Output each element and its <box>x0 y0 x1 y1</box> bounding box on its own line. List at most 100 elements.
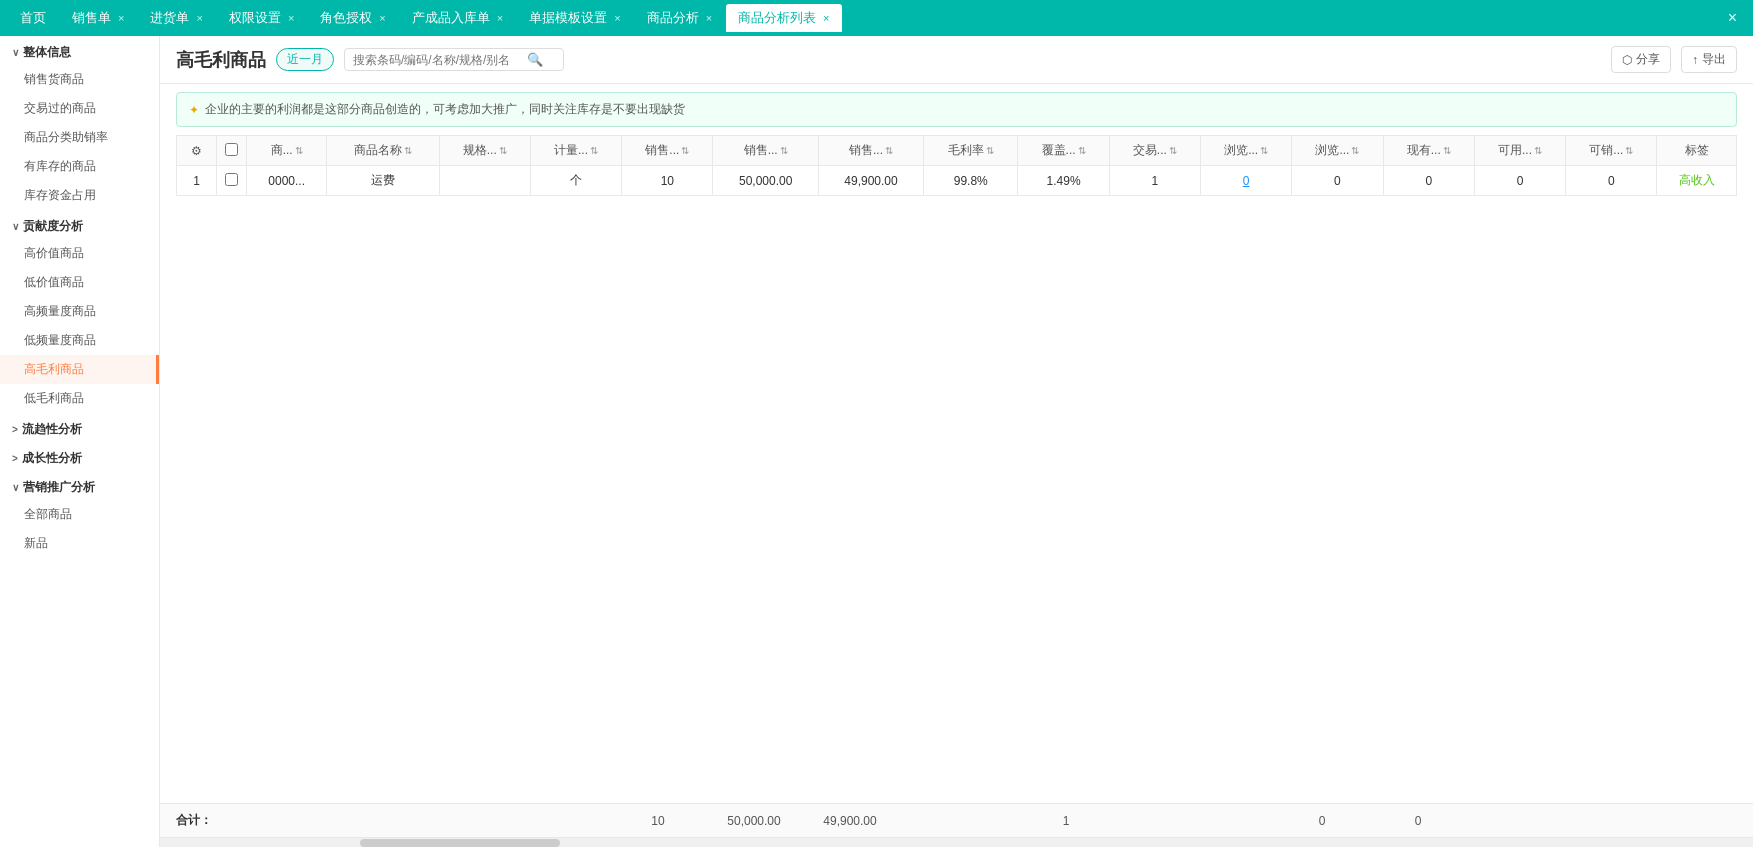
col-header-coverage[interactable]: 覆盖...⇅ <box>1018 136 1109 166</box>
sort-sales-amount-icon[interactable]: ⇅ <box>780 145 788 156</box>
col-header-browse1[interactable]: 浏览...⇅ <box>1201 136 1292 166</box>
col-header-gross-rate[interactable]: 毛利率⇅ <box>924 136 1018 166</box>
close-template-tab[interactable]: × <box>614 12 620 24</box>
sidebar-item-high-value[interactable]: 高价值商品 <box>0 239 159 268</box>
sort-gross-icon[interactable]: ⇅ <box>986 145 994 156</box>
col-header-name[interactable]: 商品名称⇅ <box>327 136 439 166</box>
cell-sales-amount: 50,000.00 <box>713 166 818 196</box>
nav-item-template[interactable]: 单据模板设置 × <box>517 4 632 32</box>
sidebar-item-traded-goods[interactable]: 交易过的商品 <box>0 94 159 123</box>
sidebar-group-growth[interactable]: > 成长性分析 <box>0 442 159 471</box>
select-all-checkbox[interactable] <box>225 143 238 156</box>
info-banner: ✦ 企业的主要的利润都是这部分商品创造的，可考虑加大推广，同时关注库存是不要出现… <box>176 92 1737 127</box>
bottom-scrollbar[interactable] <box>160 837 1753 847</box>
col-header-tag[interactable]: 标签 <box>1657 136 1737 166</box>
sidebar-item-all-goods[interactable]: 全部商品 <box>0 500 159 529</box>
col-header-transactions[interactable]: 交易...⇅ <box>1109 136 1200 166</box>
col-header-available[interactable]: 可用...⇅ <box>1474 136 1565 166</box>
close-sales-tab[interactable]: × <box>118 12 124 24</box>
scrollbar-thumb[interactable] <box>360 839 560 847</box>
sidebar-collapse-btn[interactable]: 《 <box>159 422 160 462</box>
export-button[interactable]: ↑ 导出 <box>1681 46 1737 73</box>
share-icon: ⬡ <box>1622 53 1632 67</box>
sort-code-icon[interactable]: ⇅ <box>295 145 303 156</box>
sort-current-stock-icon[interactable]: ⇅ <box>1443 145 1451 156</box>
close-permission-tab[interactable]: × <box>288 12 294 24</box>
search-input[interactable] <box>353 53 523 67</box>
sort-browse2-icon[interactable]: ⇅ <box>1351 145 1359 156</box>
col-header-setting[interactable]: ⚙ <box>177 136 217 166</box>
row-checkbox[interactable] <box>225 173 238 186</box>
sort-sellable-icon[interactable]: ⇅ <box>1625 145 1633 156</box>
nav-item-role[interactable]: 角色授权 × <box>308 4 397 32</box>
filter-tag-month[interactable]: 近一月 <box>276 48 334 71</box>
sidebar-item-high-freq[interactable]: 高频量度商品 <box>0 297 159 326</box>
close-product-analysis-list-tab[interactable]: × <box>823 12 829 24</box>
cell-browse1[interactable]: 0 <box>1201 166 1292 196</box>
col-header-checkbox[interactable] <box>217 136 247 166</box>
sort-coverage-icon[interactable]: ⇅ <box>1078 145 1086 156</box>
sort-unit-icon[interactable]: ⇅ <box>590 145 598 156</box>
top-nav: 首页 销售单 × 进货单 × 权限设置 × 角色授权 × 产成品入库单 × 单据… <box>0 0 1753 36</box>
sidebar-item-high-margin[interactable]: 高毛利商品 <box>0 355 159 384</box>
sidebar-group-contribution[interactable]: ∨ 贡献度分析 <box>0 210 159 239</box>
cell-unit: 个 <box>530 166 621 196</box>
col-header-sales-qty[interactable]: 销售...⇅ <box>622 136 713 166</box>
cell-browse2: 0 <box>1292 166 1383 196</box>
sort-name-icon[interactable]: ⇅ <box>404 145 412 156</box>
cell-spec <box>439 166 530 196</box>
sort-sales-qty-icon[interactable]: ⇅ <box>681 145 689 156</box>
search-box[interactable]: 🔍 <box>344 48 564 71</box>
sidebar-item-low-value[interactable]: 低价值商品 <box>0 268 159 297</box>
nav-item-product-in[interactable]: 产成品入库单 × <box>400 4 515 32</box>
sidebar-item-stock-capital[interactable]: 库存资金占用 <box>0 181 159 210</box>
sidebar-group-trend[interactable]: > 流趋性分析 <box>0 413 159 442</box>
search-icon[interactable]: 🔍 <box>527 52 543 67</box>
col-header-code[interactable]: 商...⇅ <box>247 136 327 166</box>
col-header-sales-amount[interactable]: 销售...⇅ <box>713 136 818 166</box>
footer-total-label: 合计： <box>176 812 212 829</box>
sidebar-item-low-freq[interactable]: 低频量度商品 <box>0 326 159 355</box>
nav-item-product-analysis-list[interactable]: 商品分析列表 × <box>726 4 841 32</box>
col-header-sales-cost[interactable]: 销售...⇅ <box>818 136 923 166</box>
nav-item-product-analysis[interactable]: 商品分析 × <box>635 4 724 32</box>
export-icon: ↑ <box>1692 53 1698 67</box>
col-header-sellable[interactable]: 可销...⇅ <box>1566 136 1657 166</box>
col-header-current-stock[interactable]: 现有...⇅ <box>1383 136 1474 166</box>
nav-item-home[interactable]: 首页 <box>8 4 58 32</box>
col-header-spec[interactable]: 规格...⇅ <box>439 136 530 166</box>
arrow-growth-icon: > <box>12 453 18 464</box>
content-header: 高毛利商品 近一月 🔍 ⬡ 分享 ↑ 导出 <box>160 36 1753 84</box>
nav-item-sales[interactable]: 销售单 × <box>60 4 136 32</box>
close-role-tab[interactable]: × <box>379 12 385 24</box>
cell-num: 1 <box>177 166 217 196</box>
sidebar-item-in-stock[interactable]: 有库存的商品 <box>0 152 159 181</box>
nav-item-purchase[interactable]: 进货单 × <box>138 4 214 32</box>
close-product-in-tab[interactable]: × <box>497 12 503 24</box>
data-table: ⚙ 商...⇅ 商品名称⇅ 规格...⇅ <box>176 135 1737 196</box>
sidebar-item-low-margin[interactable]: 低毛利商品 <box>0 384 159 413</box>
close-product-analysis-tab[interactable]: × <box>706 12 712 24</box>
close-purchase-tab[interactable]: × <box>196 12 202 24</box>
sidebar-group-marketing[interactable]: ∨ 营销推广分析 <box>0 471 159 500</box>
nav-item-permission[interactable]: 权限设置 × <box>217 4 306 32</box>
cell-coverage: 1.49% <box>1018 166 1109 196</box>
close-all-btn[interactable]: × <box>1720 9 1745 27</box>
sort-sales-cost-icon[interactable]: ⇅ <box>885 145 893 156</box>
sort-transactions-icon[interactable]: ⇅ <box>1169 145 1177 156</box>
col-header-browse2[interactable]: 浏览...⇅ <box>1292 136 1383 166</box>
sidebar-item-new-goods[interactable]: 新品 <box>0 529 159 558</box>
sort-spec-icon[interactable]: ⇅ <box>499 145 507 156</box>
share-button[interactable]: ⬡ 分享 <box>1611 46 1671 73</box>
cell-sales-cost: 49,900.00 <box>818 166 923 196</box>
cell-checkbox[interactable] <box>217 166 247 196</box>
footer-available: 0 <box>1378 814 1458 828</box>
sidebar-item-category-rate[interactable]: 商品分类助销率 <box>0 123 159 152</box>
info-icon: ✦ <box>189 103 199 117</box>
content-area: 高毛利商品 近一月 🔍 ⬡ 分享 ↑ 导出 ✦ 企业的主要的利润都是这部分商品创… <box>160 36 1753 847</box>
sort-available-icon[interactable]: ⇅ <box>1534 145 1542 156</box>
sidebar-item-sales-goods[interactable]: 销售货商品 <box>0 65 159 94</box>
col-header-unit[interactable]: 计量...⇅ <box>530 136 621 166</box>
sidebar-group-overall[interactable]: ∨ 整体信息 <box>0 36 159 65</box>
sort-browse1-icon[interactable]: ⇅ <box>1260 145 1268 156</box>
